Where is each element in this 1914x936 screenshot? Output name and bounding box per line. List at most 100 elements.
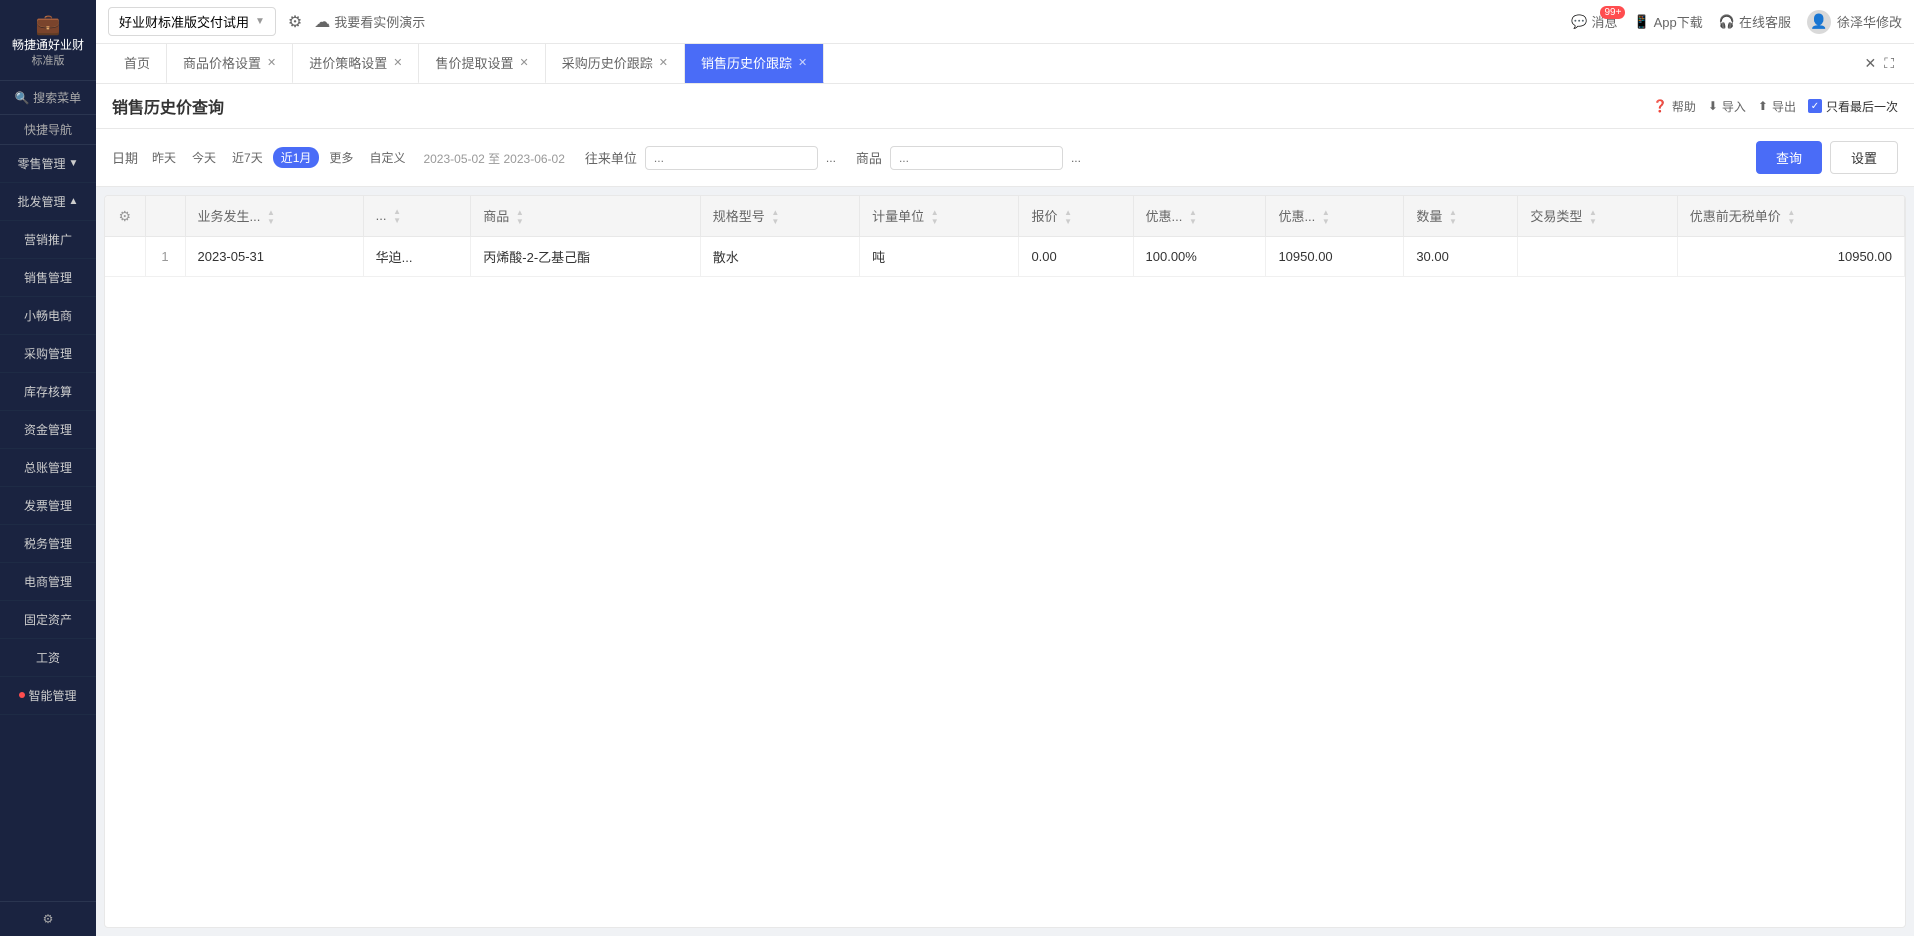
product-more-btn[interactable]: ... (1071, 151, 1081, 165)
user-info[interactable]: 👤 徐泽华修改 (1807, 10, 1902, 34)
date-btn-custom[interactable]: 自定义 (363, 147, 411, 168)
tab-home[interactable]: 首页 (108, 44, 167, 84)
export-btn[interactable]: ⬆ 导出 (1758, 98, 1796, 115)
topbar: 好业财标准版交付试用 ▼ ⚙ ☁ 我要看实例演示 💬 消息 99+ 📱 App下… (96, 0, 1914, 44)
col-header-more[interactable]: ... ▲ ▼ (363, 196, 471, 237)
help-btn[interactable]: ❓ 帮助 (1653, 98, 1696, 115)
col-header-discount-rate[interactable]: 优惠... ▲ ▼ (1133, 196, 1266, 237)
product-name: 好业财标准版交付试用 (119, 12, 249, 31)
close-icon[interactable]: ✕ (267, 56, 276, 69)
product-input[interactable] (890, 146, 1063, 170)
notification-dot (19, 692, 25, 698)
sidebar-item-label: 发票管理 (24, 497, 72, 514)
sidebar-item-finance[interactable]: 资金管理 (0, 411, 96, 449)
query-btn[interactable]: 查询 (1756, 141, 1822, 174)
sidebar-item-wholesale[interactable]: 批发管理 ▲ (0, 183, 96, 221)
row-unit: 吨 (860, 237, 1019, 277)
data-table: ⚙ 业务发生... ▲ ▼ ... ▲ ▼ (105, 196, 1905, 277)
filter-actions: 查询 设置 (1756, 141, 1898, 174)
col-header-quantity[interactable]: 数量 ▲ ▼ (1404, 196, 1518, 237)
sidebar-item-payroll[interactable]: 工资 (0, 639, 96, 677)
close-icon[interactable]: ✕ (798, 56, 807, 69)
sidebar-item-ecommerce-small[interactable]: 小畅电商 (0, 297, 96, 335)
sidebar-item-sales[interactable]: 销售管理 (0, 259, 96, 297)
phone-icon: 📱 (1633, 14, 1649, 30)
sidebar-item-tax[interactable]: 税务管理 (0, 525, 96, 563)
col-label: 优惠... (1278, 209, 1315, 224)
product-selector[interactable]: 好业财标准版交付试用 ▼ (108, 7, 276, 36)
col-header-price[interactable]: 报价 ▲ ▼ (1019, 196, 1133, 237)
sidebar-item-marketing[interactable]: 营销推广 (0, 221, 96, 259)
sort-icon: ▲ ▼ (1064, 209, 1072, 226)
col-header-product[interactable]: 商品 ▲ ▼ (471, 196, 701, 237)
settings-btn[interactable]: 设置 (1830, 141, 1898, 174)
col-header-settings[interactable]: ⚙ (105, 196, 145, 237)
demo-label: 我要看实例演示 (334, 12, 425, 31)
topbar-settings-btn[interactable]: ⚙ (288, 12, 302, 32)
sidebar-item-ecommerce[interactable]: 电商管理 (0, 563, 96, 601)
tab-label: 售价提取设置 (435, 53, 513, 72)
col-header-pretax-price[interactable]: 优惠前无税单价 ▲ ▼ (1677, 196, 1904, 237)
tab-label: 销售历史价跟踪 (701, 53, 792, 72)
date-btn-7days[interactable]: 近7天 (226, 147, 269, 168)
tabbar: 首页 商品价格设置 ✕ 进价策略设置 ✕ 售价提取设置 ✕ 采购历史价跟踪 ✕ … (96, 44, 1914, 84)
date-btn-more[interactable]: 更多 (323, 147, 359, 168)
date-btn-1month[interactable]: 近1月 (273, 147, 320, 168)
only-last-checkbox[interactable]: ✓ (1808, 99, 1822, 113)
sidebar-item-inventory[interactable]: 库存核算 (0, 373, 96, 411)
sidebar-item-label: 小畅电商 (24, 307, 72, 324)
sidebar-item-smart[interactable]: 智能管理 (0, 677, 96, 715)
partner-more-btn[interactable]: ... (826, 151, 836, 165)
app-download-btn[interactable]: 📱 App下载 (1633, 12, 1702, 31)
tab-purchase-history[interactable]: 采购历史价跟踪 ✕ (546, 44, 685, 84)
close-icon[interactable]: ✕ (393, 56, 402, 69)
sidebar-item-purchase[interactable]: 采购管理 (0, 335, 96, 373)
tab-price-extract[interactable]: 售价提取设置 ✕ (419, 44, 545, 84)
sidebar-item-label: 总账管理 (24, 459, 72, 476)
sidebar-item-ledger[interactable]: 总账管理 (0, 449, 96, 487)
col-header-spec[interactable]: 规格型号 ▲ ▼ (700, 196, 859, 237)
sidebar-search[interactable]: 🔍 搜索菜单 (0, 81, 96, 115)
tab-product-price[interactable]: 商品价格设置 ✕ (167, 44, 293, 84)
sidebar-quick-nav[interactable]: 快捷导航 (0, 115, 96, 145)
sidebar-item-label: 营销推广 (24, 231, 72, 248)
online-service-btn[interactable]: 🎧 在线客服 (1719, 12, 1791, 31)
col-header-unit[interactable]: 计量单位 ▲ ▼ (860, 196, 1019, 237)
close-icon[interactable]: ✕ (659, 56, 668, 69)
col-label: 业务发生... (198, 209, 261, 224)
sidebar-item-label: 固定资产 (24, 611, 72, 628)
help-label: 帮助 (1672, 98, 1696, 115)
sidebar-settings-btn[interactable]: ⚙ (0, 901, 96, 936)
sidebar-item-retail[interactable]: 零售管理 ▼ (0, 145, 96, 183)
product-filter-group: 商品 ... (856, 146, 1081, 170)
import-btn[interactable]: ⬇ 导入 (1708, 98, 1746, 115)
sidebar-item-assets[interactable]: 固定资产 (0, 601, 96, 639)
only-last-checkbox-group[interactable]: ✓ 只看最后一次 (1808, 98, 1898, 115)
only-last-label: 只看最后一次 (1826, 98, 1898, 115)
maximize-window-btn[interactable]: ⛶ (1884, 55, 1894, 72)
tab-sales-history[interactable]: 销售历史价跟踪 ✕ (685, 44, 824, 84)
gear-icon[interactable]: ⚙ (118, 208, 131, 224)
col-header-business-date[interactable]: 业务发生... ▲ ▼ (185, 196, 363, 237)
table-row[interactable]: 1 2023-05-31 华迫... 丙烯酸-2-乙基己酯 散水 吨 0.00 … (105, 237, 1905, 277)
close-window-btn[interactable]: ✕ (1864, 55, 1876, 72)
date-btn-today[interactable]: 今天 (186, 147, 222, 168)
row-settings (105, 237, 145, 277)
close-icon[interactable]: ✕ (520, 56, 529, 69)
col-label: 优惠... (1146, 209, 1183, 224)
sidebar-item-label: 销售管理 (24, 269, 72, 286)
tab-price-strategy[interactable]: 进价策略设置 ✕ (293, 44, 419, 84)
sort-icon: ▲ ▼ (931, 209, 939, 226)
demo-btn[interactable]: ☁ 我要看实例演示 (314, 12, 425, 32)
date-range: 2023-05-02 至 2023-06-02 (423, 150, 564, 167)
date-btn-yesterday[interactable]: 昨天 (146, 147, 182, 168)
col-header-trade-type[interactable]: 交易类型 ▲ ▼ (1518, 196, 1677, 237)
sidebar-item-invoice[interactable]: 发票管理 (0, 487, 96, 525)
messages-btn[interactable]: 💬 消息 99+ (1571, 12, 1617, 31)
question-icon: ❓ (1653, 99, 1668, 113)
message-icon: 💬 (1571, 14, 1587, 30)
product-label: 商品 (856, 148, 882, 167)
col-header-discount-price[interactable]: 优惠... ▲ ▼ (1266, 196, 1404, 237)
partner-input[interactable] (645, 146, 818, 170)
sort-icon: ▲ ▼ (1787, 209, 1795, 226)
